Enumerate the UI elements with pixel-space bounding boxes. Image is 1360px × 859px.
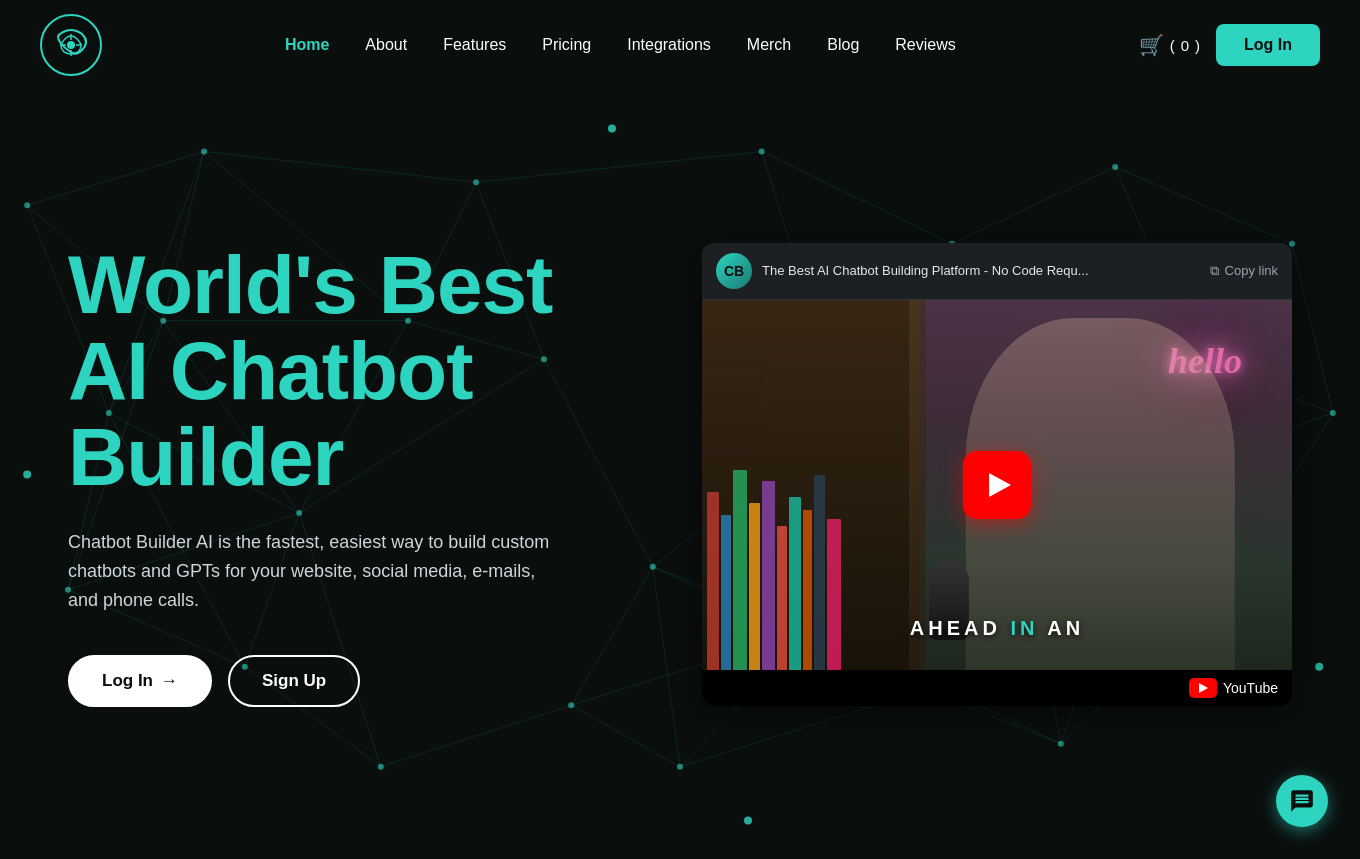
nav-merch[interactable]: Merch <box>747 36 791 53</box>
nav-blog[interactable]: Blog <box>827 36 859 53</box>
arrow-icon: → <box>161 671 178 691</box>
video-title: The Best AI Chatbot Building Platform - … <box>762 263 1089 278</box>
copy-link-button[interactable]: ⧉ Copy link <box>1210 263 1278 279</box>
nav-home[interactable]: Home <box>285 36 329 53</box>
youtube-bar: YouTube <box>702 670 1292 706</box>
hero-title: World's Best AI Chatbot Builder <box>68 242 568 500</box>
cart-count-close: ) <box>1195 37 1200 54</box>
logo[interactable] <box>40 14 102 76</box>
video-top-bar: CB The Best AI Chatbot Building Platform… <box>702 243 1292 300</box>
hero-subtitle: Chatbot Builder AI is the fastest, easie… <box>68 528 568 614</box>
video-title-row: CB The Best AI Chatbot Building Platform… <box>716 253 1089 289</box>
nav-pricing[interactable]: Pricing <box>542 36 591 53</box>
video-lower-text: AHEAD IN AN <box>910 617 1084 640</box>
nav-about[interactable]: About <box>365 36 407 53</box>
nav-integrations[interactable]: Integrations <box>627 36 711 53</box>
nav-login-button[interactable]: Log In <box>1216 24 1320 66</box>
hero-signup-button[interactable]: Sign Up <box>228 655 360 707</box>
chat-icon <box>1289 788 1315 814</box>
svg-point-1 <box>67 41 75 49</box>
cart-icon: 🛒 <box>1139 33 1164 57</box>
hero-login-button[interactable]: Log In → <box>68 655 212 707</box>
cart-button[interactable]: 🛒 ( 0 ) <box>1139 33 1200 57</box>
video-wrapper[interactable]: CB The Best AI Chatbot Building Platform… <box>702 243 1292 706</box>
play-button[interactable] <box>963 451 1031 519</box>
hero-content: World's Best AI Chatbot Builder Chatbot … <box>0 182 1360 767</box>
youtube-icon <box>1189 678 1217 698</box>
nav-right: 🛒 ( 0 ) Log In <box>1139 24 1320 66</box>
nav-reviews[interactable]: Reviews <box>895 36 955 53</box>
youtube-label: YouTube <box>1223 680 1278 696</box>
hero-section: World's Best AI Chatbot Builder Chatbot … <box>0 90 1360 859</box>
hero-buttons: Log In → Sign Up <box>68 655 568 707</box>
copy-icon: ⧉ <box>1210 263 1219 279</box>
bookshelf <box>702 300 920 670</box>
books <box>702 448 920 670</box>
nav-links: Home About Features Pricing Integrations… <box>285 36 956 54</box>
nav-features[interactable]: Features <box>443 36 506 53</box>
youtube-logo: YouTube <box>1189 678 1278 698</box>
hero-left: World's Best AI Chatbot Builder Chatbot … <box>68 242 568 707</box>
chat-bubble-button[interactable] <box>1276 775 1328 827</box>
cart-count-value: 0 <box>1181 37 1189 54</box>
video-avatar: CB <box>716 253 752 289</box>
navbar: Home About Features Pricing Integrations… <box>0 0 1360 90</box>
video-thumbnail[interactable]: hello AHEAD IN AN <box>702 300 1292 670</box>
cart-count: ( <box>1170 37 1175 54</box>
